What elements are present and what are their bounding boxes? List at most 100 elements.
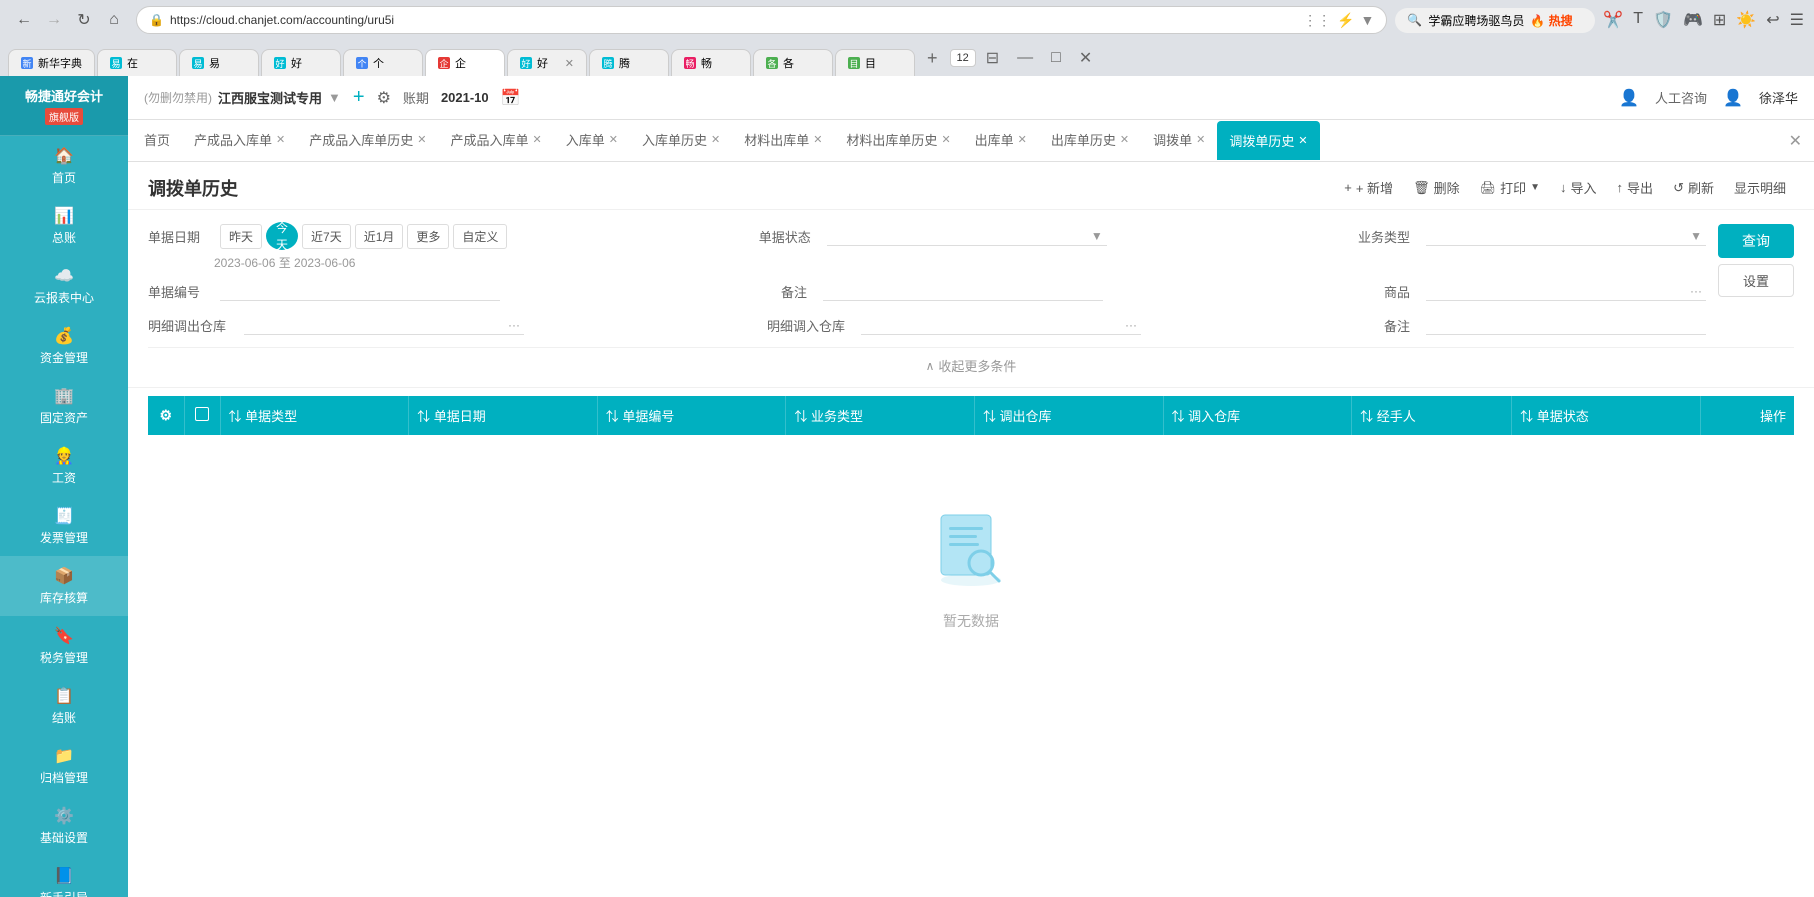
th-handler[interactable]: ⇅ 经手人 xyxy=(1352,396,1512,435)
calendar-button[interactable]: 📅 xyxy=(501,88,521,108)
tab-out[interactable]: 出库单 ✕ xyxy=(963,120,1039,161)
print-button[interactable]: 🖨 打印 ▼ xyxy=(1472,174,1548,201)
tab-close-icon[interactable]: ✕ xyxy=(609,133,618,146)
tab-product-in[interactable]: 产成品入库单 ✕ xyxy=(182,120,297,161)
reload-button[interactable]: ↻ xyxy=(70,6,98,34)
tab-product-in-history[interactable]: 产成品入库单历史 ✕ xyxy=(297,120,438,161)
th-doc-number[interactable]: ⇅ 单据编号 xyxy=(597,396,786,435)
tab-close-icon[interactable]: ✕ xyxy=(533,133,542,146)
address-bar[interactable]: 🔒 https://cloud.chanjet.com/accounting/u… xyxy=(136,6,1387,34)
sidebar-item-salary[interactable]: 👷 工资 xyxy=(0,436,128,496)
tab-in[interactable]: 入库单 ✕ xyxy=(554,120,630,161)
maximize-button[interactable]: □ xyxy=(1043,44,1069,72)
sidebar-item-report[interactable]: ☁️ 云报表中心 xyxy=(0,256,128,316)
th-biz-type[interactable]: ⇅ 业务类型 xyxy=(786,396,975,435)
note-input[interactable] xyxy=(823,281,1103,301)
transfer-note-input[interactable] xyxy=(1426,315,1706,335)
show-columns-label[interactable]: 显示明细 xyxy=(1726,174,1794,201)
new-tab-button[interactable]: + xyxy=(917,43,948,74)
delete-button[interactable]: 🗑 删除 xyxy=(1405,174,1468,201)
tab-close-icon[interactable]: ✕ xyxy=(813,133,822,146)
shield-icon[interactable]: 🛡️ xyxy=(1653,10,1673,30)
today-button[interactable]: 今天 xyxy=(266,222,298,250)
transfer-in-wrapper[interactable]: ··· xyxy=(861,316,1141,335)
week-button[interactable]: 近7天 xyxy=(302,224,351,249)
import-button[interactable]: ↓ 导入 xyxy=(1552,174,1605,201)
game-icon[interactable]: 🎮 xyxy=(1683,10,1703,30)
th-transfer-out[interactable]: ⇅ 调出仓库 xyxy=(974,396,1163,435)
transfer-out-wrapper[interactable]: ··· xyxy=(244,316,524,335)
tab-yi2[interactable]: 易 易 xyxy=(179,49,259,76)
tab-close-icon[interactable]: ✕ xyxy=(1018,133,1027,146)
grid-icon[interactable]: ⊞ xyxy=(1713,10,1726,30)
home-button[interactable]: ⌂ xyxy=(100,6,128,34)
sidebar-item-archive[interactable]: 📁 归档管理 xyxy=(0,736,128,796)
close-window-button[interactable]: ✕ xyxy=(1071,43,1100,73)
tab-product-in2[interactable]: 产成品入库单 ✕ xyxy=(438,120,553,161)
tab-in-history[interactable]: 入库单历史 ✕ xyxy=(630,120,732,161)
query-button[interactable]: 查询 xyxy=(1718,224,1794,258)
doc-number-input[interactable] xyxy=(220,281,500,301)
minimize-button[interactable]: — xyxy=(1009,44,1041,72)
sidebar-item-finance[interactable]: 💰 资金管理 xyxy=(0,316,128,376)
tab-ge[interactable]: 个 个 xyxy=(343,49,423,76)
sidebar-item-settings[interactable]: ⚙️ 基础设置 xyxy=(0,796,128,856)
tab-transfer[interactable]: 调拨单 ✕ xyxy=(1141,120,1217,161)
tab-teng[interactable]: 腾 腾 xyxy=(589,49,669,76)
month-button[interactable]: 近1月 xyxy=(355,224,404,249)
refresh-button[interactable]: ↺ 刷新 xyxy=(1665,174,1722,201)
tab-close-icon[interactable]: ✕ xyxy=(276,133,285,146)
theme-icon[interactable]: ☀️ xyxy=(1736,10,1756,30)
tab-ge2[interactable]: 各 各 xyxy=(753,49,833,76)
export-button[interactable]: ↑ 导出 xyxy=(1609,174,1662,201)
add-company-button[interactable]: + xyxy=(353,86,365,109)
back-button[interactable]: ← xyxy=(10,6,38,34)
th-doc-date[interactable]: ⇅ 单据日期 xyxy=(409,396,598,435)
sidebar-item-invoice[interactable]: 🧾 发票管理 xyxy=(0,496,128,556)
company-settings-button[interactable]: ⚙ xyxy=(377,88,391,108)
sidebar-item-tax[interactable]: 🔖 税务管理 xyxy=(0,616,128,676)
tab-material-out-history[interactable]: 材料出库单历史 ✕ xyxy=(834,120,962,161)
collapse-button[interactable]: ∧ 收起更多条件 xyxy=(148,347,1794,375)
status-select-wrapper[interactable]: ▼ xyxy=(827,227,1107,246)
tab-home[interactable]: 首页 xyxy=(132,120,182,161)
tab-transfer-history[interactable]: 调拨单历史 ✕ xyxy=(1217,121,1319,160)
sidebar-item-close[interactable]: 📋 结账 xyxy=(0,676,128,736)
tab-close-icon[interactable]: ✕ xyxy=(417,133,426,146)
biz-type-select-wrapper[interactable]: ▼ xyxy=(1426,227,1706,246)
th-doc-status[interactable]: ⇅ 单据状态 xyxy=(1512,396,1701,435)
th-gear[interactable]: ⚙ xyxy=(148,396,184,435)
tab-close-icon[interactable]: ✕ xyxy=(711,133,720,146)
tab-close-icon[interactable]: ✕ xyxy=(941,133,950,146)
tab-material-out[interactable]: 材料出库单 ✕ xyxy=(732,120,834,161)
tab-xinhua[interactable]: 新 新华字典 xyxy=(8,49,95,76)
tab-qi[interactable]: 企 企 xyxy=(425,49,505,76)
company-selector[interactable]: (勿删勿禁用) 江西服宝测试专用 ▼ xyxy=(144,88,341,107)
undo-icon[interactable]: ↩ xyxy=(1766,10,1779,30)
th-transfer-in[interactable]: ⇅ 调入仓库 xyxy=(1163,396,1352,435)
tab-chang[interactable]: 畅 畅 xyxy=(671,49,751,76)
tab-mu[interactable]: 目 目 xyxy=(835,49,915,76)
custom-date-button[interactable]: 自定义 xyxy=(453,224,507,249)
goods-select-wrapper[interactable]: ··· xyxy=(1426,282,1706,301)
sidebar-item-ledger[interactable]: 📊 总账 xyxy=(0,196,128,256)
tab-hao2[interactable]: 好 好 ✕ xyxy=(507,49,587,76)
service-label[interactable]: 人工咨询 xyxy=(1655,88,1707,107)
yesterday-button[interactable]: 昨天 xyxy=(220,224,262,249)
filter-settings-button[interactable]: 设置 xyxy=(1718,264,1794,297)
tab-out-history[interactable]: 出库单历史 ✕ xyxy=(1039,120,1141,161)
sidebar-item-assets[interactable]: 🏢 固定资产 xyxy=(0,376,128,436)
more-date-button[interactable]: 更多 xyxy=(407,224,449,249)
tab-hao[interactable]: 好 好 xyxy=(261,49,341,76)
tab-close-icon[interactable]: ✕ xyxy=(1196,133,1205,146)
forward-button[interactable]: → xyxy=(40,6,68,34)
tab-close-icon[interactable]: ✕ xyxy=(1120,133,1129,146)
tab-close-icon[interactable]: ✕ xyxy=(1298,134,1307,147)
close-all-tabs-button[interactable]: ✕ xyxy=(1781,131,1810,151)
th-doc-type[interactable]: ⇅ 单据类型 xyxy=(220,396,409,435)
tab-yi1[interactable]: 易 在 xyxy=(97,49,177,76)
th-checkbox[interactable] xyxy=(184,396,220,435)
tab-close-icon[interactable]: ✕ xyxy=(565,57,574,70)
sidebar-item-home[interactable]: 🏠 首页 xyxy=(0,136,128,196)
translate-icon[interactable]: T xyxy=(1633,10,1643,30)
